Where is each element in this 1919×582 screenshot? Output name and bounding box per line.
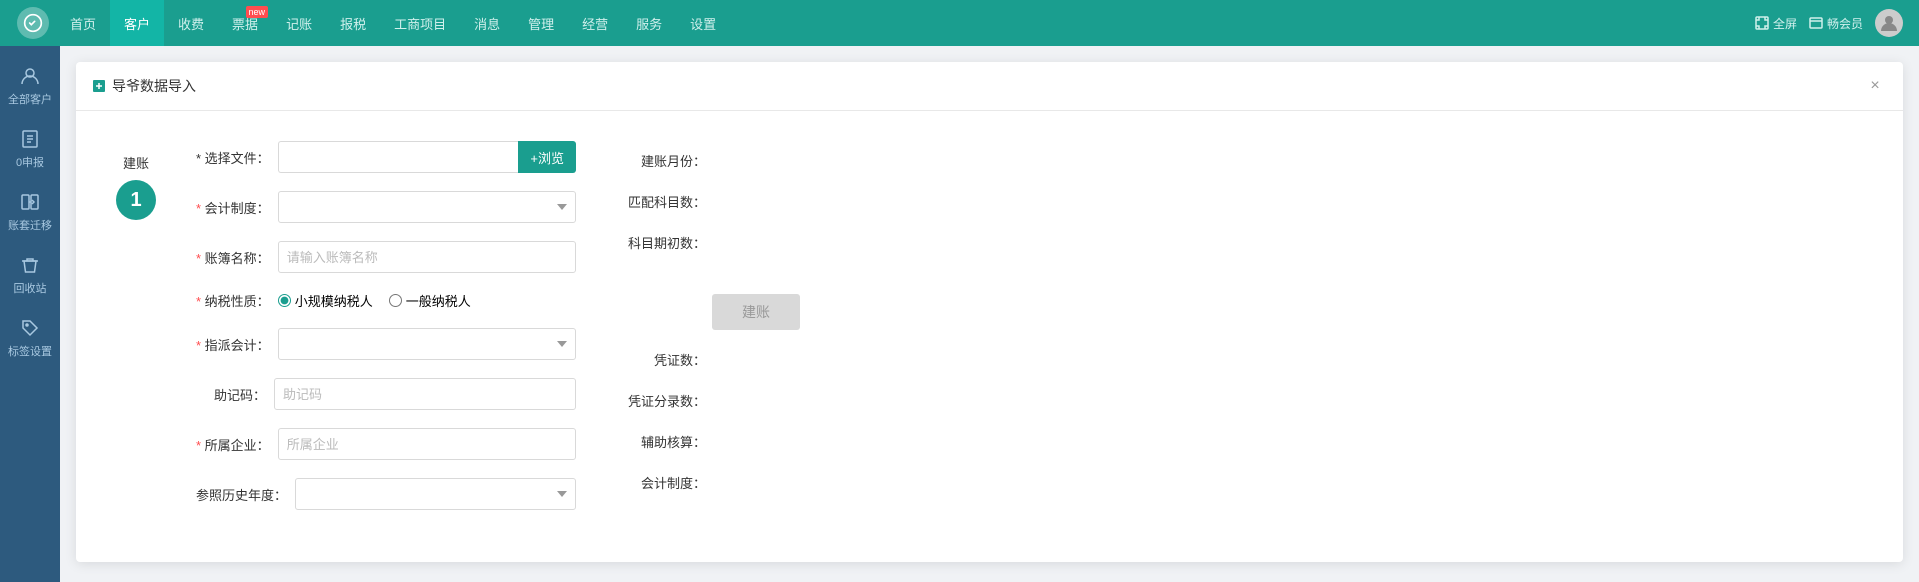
info-accounting-row: 会计制度： (616, 473, 896, 492)
ledger-name-input[interactable] (278, 241, 576, 273)
form-section: * 选择文件： +浏览 会计制度： 账簿名称： (196, 141, 576, 528)
history-row: 参照历史年度： (196, 478, 576, 510)
info-match-label: 匹配科目数： (616, 192, 706, 211)
tax-type-radio-group: 小规模纳税人 一般纳税人 (278, 291, 471, 310)
migrate-icon (18, 190, 42, 214)
info-voucher-entries-row: 凭证分录数： (616, 391, 896, 410)
radio-small-tax[interactable]: 小规模纳税人 (278, 291, 373, 310)
company-input[interactable] (278, 428, 576, 460)
nav-right: 全屏 畅会员 (1755, 9, 1919, 37)
step-circle: 1 (116, 180, 156, 220)
info-voucher-label: 凭证数： (616, 350, 706, 369)
radio-general-input[interactable] (389, 294, 402, 307)
info-section: 建账月份： 匹配科目数： 科目期初数： 建账 (616, 141, 896, 528)
close-button[interactable]: × (1863, 74, 1887, 98)
tag-icon (18, 316, 42, 340)
nav-menu: 首页 客户 收费 票据 new 记账 报税 工商项目 消息 管理 经营 服务 设… (56, 0, 1755, 46)
sidebar-item-migrate[interactable]: 账套迁移 (0, 182, 60, 241)
accountant-select[interactable] (278, 328, 576, 360)
info-aux-row: 辅助核算： (616, 432, 896, 451)
user-icon (18, 64, 42, 88)
tax-type-label: 纳税性质： (196, 291, 270, 310)
company-label: 所属企业： (196, 435, 270, 454)
sidebar-item-trash[interactable]: 回收站 (0, 245, 60, 304)
info-match-row: 匹配科目数： (616, 192, 896, 211)
sidebar-item-tag[interactable]: 标签设置 (0, 308, 60, 367)
info-voucher-entries-label: 凭证分录数： (616, 391, 706, 410)
nav-item-customer[interactable]: 客户 (110, 0, 164, 46)
sidebar-item-all-customers[interactable]: 全部客户 (0, 56, 60, 115)
nav-item-business[interactable]: 工商项目 (380, 0, 460, 46)
report-icon (18, 127, 42, 151)
logo[interactable] (10, 0, 56, 46)
info-aux-label: 辅助核算： (616, 432, 706, 451)
step-section: 建账 1 (116, 141, 156, 528)
nav-item-home[interactable]: 首页 (56, 0, 110, 46)
memo-label: 助记码： (196, 385, 266, 404)
build-account-button[interactable]: 建账 (712, 294, 800, 330)
fullscreen-btn[interactable]: 全屏 (1755, 15, 1797, 32)
info-month-label: 建账月份： (616, 151, 706, 170)
info-month-row: 建账月份： (616, 151, 896, 170)
nav-item-settings[interactable]: 设置 (676, 0, 730, 46)
top-nav: 首页 客户 收费 票据 new 记账 报税 工商项目 消息 管理 经营 服务 设… (0, 0, 1919, 46)
browse-button[interactable]: +浏览 (518, 141, 576, 173)
accounting-system-label: 会计制度： (196, 198, 270, 217)
step-label: 建账 (123, 141, 149, 172)
nav-item-service[interactable]: 服务 (622, 0, 676, 46)
info-accounting-label: 会计制度： (616, 473, 706, 492)
tax-type-row: 纳税性质： 小规模纳税人 一般纳税人 (196, 291, 576, 310)
file-input[interactable] (278, 141, 519, 173)
nav-item-bookkeeping[interactable]: 记账 (272, 0, 326, 46)
radio-small-input[interactable] (278, 294, 291, 307)
dialog-title: 导爷数据导入 (92, 76, 196, 96)
accounting-system-row: 会计制度： (196, 191, 576, 223)
file-label: * 选择文件： (196, 148, 270, 167)
nav-item-invoice[interactable]: 票据 new (218, 0, 272, 46)
file-input-wrapper: +浏览 (278, 141, 576, 173)
dialog: 导爷数据导入 × 建账 1 * 选择文件： (76, 62, 1903, 562)
nav-item-manage[interactable]: 管理 (514, 0, 568, 46)
import-icon (92, 79, 106, 93)
nav-item-message[interactable]: 消息 (460, 0, 514, 46)
sidebar-item-zero-report[interactable]: 0申报 (0, 119, 60, 178)
dialog-body: 建账 1 * 选择文件： +浏览 (76, 111, 1903, 558)
accountant-row: 指派会计： (196, 328, 576, 360)
file-row: * 选择文件： +浏览 (196, 141, 576, 173)
dialog-header: 导爷数据导入 × (76, 62, 1903, 111)
radio-general-tax[interactable]: 一般纳税人 (389, 291, 471, 310)
info-period-label: 科目期初数： (616, 233, 706, 252)
history-label: 参照历史年度： (196, 485, 287, 504)
memo-row: 助记码： (196, 378, 576, 410)
info-voucher-row: 凭证数： (616, 350, 896, 369)
accounting-system-select[interactable] (278, 191, 576, 223)
ledger-name-label: 账簿名称： (196, 248, 270, 267)
avatar[interactable] (1875, 9, 1903, 37)
nav-item-operation[interactable]: 经营 (568, 0, 622, 46)
accountant-label: 指派会计： (196, 335, 270, 354)
sidebar: 全部客户 0申报 账套迁移 (0, 46, 60, 582)
new-badge: new (246, 6, 269, 18)
trash-icon (18, 253, 42, 277)
ledger-name-row: 账簿名称： (196, 241, 576, 273)
company-row: 所属企业： (196, 428, 576, 460)
nav-item-tax[interactable]: 报税 (326, 0, 380, 46)
history-select[interactable] (295, 478, 576, 510)
nav-item-fee[interactable]: 收费 (164, 0, 218, 46)
info-period-row: 科目期初数： (616, 233, 896, 252)
memo-input[interactable] (274, 378, 576, 410)
premium-btn[interactable]: 畅会员 (1809, 15, 1863, 32)
main-layout: 全部客户 0申报 账套迁移 (0, 46, 1919, 582)
content-area: 导爷数据导入 × 建账 1 * 选择文件： (60, 46, 1919, 582)
